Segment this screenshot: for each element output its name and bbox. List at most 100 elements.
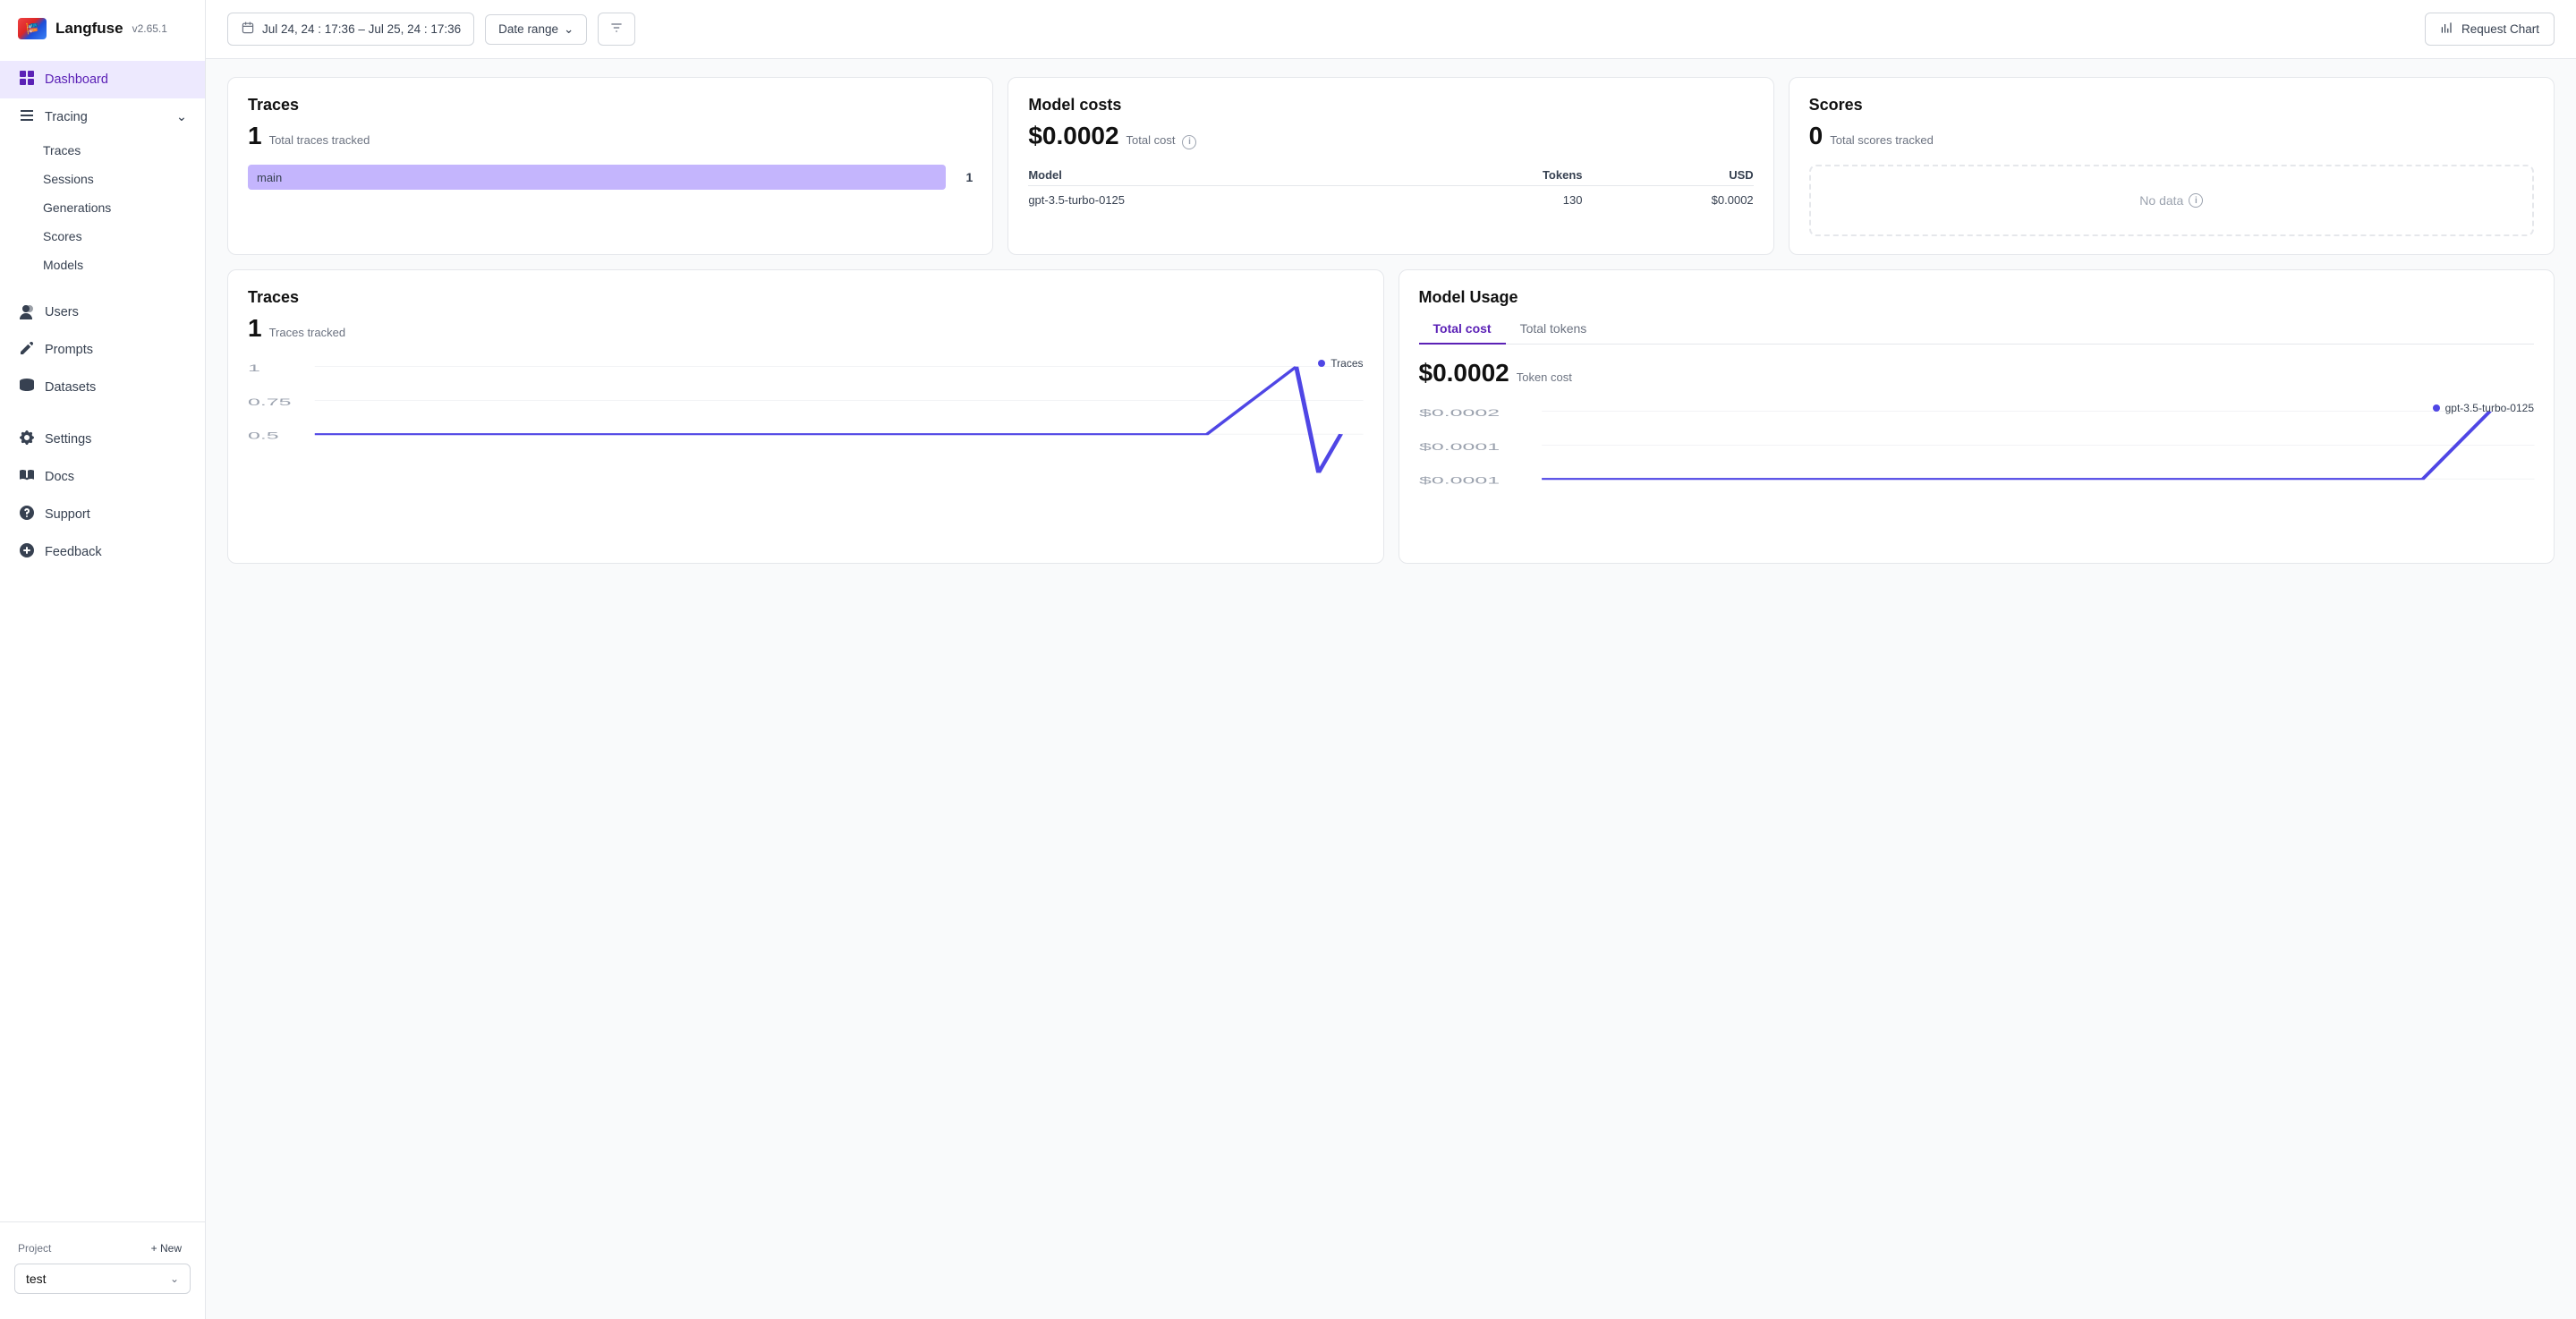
selected-project-name: test (26, 1272, 47, 1286)
traces-chart-header: Traces 1 Traces tracked (248, 288, 1364, 343)
traces-summary-card: Traces 1 Total traces tracked main 1 (227, 77, 993, 255)
new-project-button[interactable]: + New (146, 1240, 187, 1256)
tokens-col-header: Tokens (1420, 165, 1582, 186)
scores-stat-label: Total scores tracked (1830, 133, 1934, 147)
chevron-down-icon: ⌄ (176, 110, 187, 124)
trace-bar: main (248, 165, 946, 190)
date-range-button[interactable]: Jul 24, 24 : 17:36 – Jul 25, 24 : 17:36 (227, 13, 474, 46)
traces-chart-card: Traces 1 Traces tracked Traces 1 0.75 (227, 269, 1384, 564)
request-chart-button[interactable]: Request Chart (2425, 13, 2555, 46)
users-icon (18, 302, 36, 323)
calendar-icon (241, 21, 255, 38)
sidebar-item-support[interactable]: Support (0, 496, 205, 533)
tab-total-tokens-label: Total tokens (1520, 321, 1587, 336)
model-usage-amount: $0.0002 (1419, 359, 1509, 387)
y-label-0001a: $0.0001 (1419, 442, 1500, 453)
logo-icon: 🎏 (18, 18, 47, 39)
y-label-0002: $0.0002 (1419, 408, 1500, 419)
sidebar-item-datasets[interactable]: Datasets (0, 369, 205, 406)
sidebar-sub-item-scores[interactable]: Scores (0, 222, 205, 251)
project-label-area: Project + New (0, 1237, 205, 1260)
list-icon (18, 106, 36, 128)
sidebar-item-users[interactable]: Users (0, 294, 205, 331)
y-label-05: 0.5 (248, 431, 279, 442)
project-selector[interactable]: test ⌄ (14, 1264, 191, 1294)
trace-bar-label: main (257, 171, 282, 184)
usd-cell: $0.0002 (1583, 186, 1754, 215)
traces-chart-title: Traces (248, 288, 1364, 307)
sidebar-item-label: Datasets (45, 380, 96, 395)
traces-chart-count: 1 (248, 314, 262, 343)
sidebar-item-label: Support (45, 507, 90, 522)
traces-chart-stat: 1 Traces tracked (248, 314, 1364, 343)
sidebar-sub-item-sessions[interactable]: Sessions (0, 165, 205, 193)
sidebar-item-tracing[interactable]: Tracing ⌄ (0, 98, 205, 136)
main-content: Jul 24, 24 : 17:36 – Jul 25, 24 : 17:36 … (206, 0, 2576, 1319)
info-icon: i (2189, 193, 2203, 208)
sidebar-item-label: Tracing (45, 110, 88, 124)
traces-legend-dot (1318, 360, 1325, 367)
model-legend-dot (2433, 404, 2440, 412)
y-label-075: 0.75 (248, 397, 292, 408)
usd-col-header: USD (1583, 165, 1754, 186)
sidebar-sub-item-traces[interactable]: Traces (0, 136, 205, 165)
sidebar-item-prompts[interactable]: Prompts (0, 331, 205, 369)
sidebar-sub-item-generations[interactable]: Generations (0, 193, 205, 222)
sidebar-item-label: Settings (45, 432, 91, 447)
info-icon: i (1182, 135, 1196, 149)
sidebar-item-label: Docs (45, 470, 74, 484)
edit-icon (18, 339, 36, 361)
no-data-box: No data i (1809, 165, 2534, 236)
grid-icon (18, 69, 36, 90)
model-usage-stat: $0.0002 Token cost (1419, 359, 2535, 387)
tab-total-tokens[interactable]: Total tokens (1506, 314, 1602, 345)
sidebar-item-dashboard[interactable]: Dashboard (0, 61, 205, 98)
sidebar-item-feedback[interactable]: Feedback (0, 533, 205, 571)
book-icon (18, 466, 36, 488)
model-usage-title: Model Usage (1419, 288, 2535, 307)
model-usage-chart-area: gpt-3.5-turbo-0125 $0.0002 $0.0001 $0.00… (1419, 402, 2535, 545)
sidebar-item-label: Prompts (45, 343, 93, 357)
tab-total-cost[interactable]: Total cost (1419, 314, 1506, 345)
traces-chart-svg: 1 0.75 0.5 (248, 357, 1364, 482)
app-name: Langfuse (55, 20, 123, 38)
request-chart-label: Request Chart (2461, 22, 2539, 36)
scores-summary-card: Scores 0 Total scores tracked No data i (1789, 77, 2555, 255)
model-costs-table: Model Tokens USD gpt-3.5-turbo-0125 130 … (1028, 165, 1753, 214)
chevron-down-icon: ⌄ (564, 22, 574, 37)
traces-spike (1297, 367, 1341, 472)
tokens-cell: 130 (1420, 186, 1582, 215)
filter-icon (609, 24, 624, 38)
gear-icon (18, 429, 36, 450)
traces-card-title: Traces (248, 96, 973, 115)
traces-chart-area: Traces 1 0.75 0.5 (248, 357, 1364, 500)
sidebar-item-settings[interactable]: Settings (0, 421, 205, 458)
topbar: Jul 24, 24 : 17:36 – Jul 25, 24 : 17:36 … (206, 0, 2576, 59)
model-name-cell: gpt-3.5-turbo-0125 (1028, 186, 1420, 215)
sidebar-sub-item-models[interactable]: Models (0, 251, 205, 279)
dashboard-content: Traces 1 Total traces tracked main 1 Mod… (206, 59, 2576, 1319)
no-data-label: No data (2139, 193, 2183, 208)
sidebar-item-label: Dashboard (45, 72, 108, 87)
sidebar-item-label: Users (45, 305, 79, 319)
traces-count: 1 (248, 122, 262, 150)
traces-chart-label: Traces tracked (269, 326, 346, 339)
traces-legend-label: Traces (1331, 357, 1363, 370)
sidebar: 🎏 Langfuse v2.65.1 Dashboard Tracing ⌄ T… (0, 0, 206, 1319)
sidebar-item-docs[interactable]: Docs (0, 458, 205, 496)
help-circle-icon (18, 504, 36, 525)
trace-bar-row: main 1 (248, 165, 973, 190)
model-costs-stat: $0.0002 Total cost i (1028, 122, 1753, 150)
filter-button[interactable] (598, 13, 635, 46)
summary-cards-row: Traces 1 Total traces tracked main 1 Mod… (227, 77, 2555, 255)
trace-bar-count: 1 (955, 170, 973, 184)
scores-count: 0 (1809, 122, 1824, 150)
date-range-dropdown-button[interactable]: Date range ⌄ (485, 14, 587, 45)
model-usage-chart-card: Model Usage Total cost Total tokens $0.0… (1399, 269, 2555, 564)
y-label-0001b: $0.0001 (1419, 476, 1500, 487)
scores-stat: 0 Total scores tracked (1809, 122, 2534, 150)
charts-row: Traces 1 Traces tracked Traces 1 0.75 (227, 269, 2555, 564)
model-usage-legend: gpt-3.5-turbo-0125 (2433, 402, 2534, 414)
traces-stat: 1 Total traces tracked (248, 122, 973, 150)
dropdown-label: Date range (498, 22, 558, 36)
